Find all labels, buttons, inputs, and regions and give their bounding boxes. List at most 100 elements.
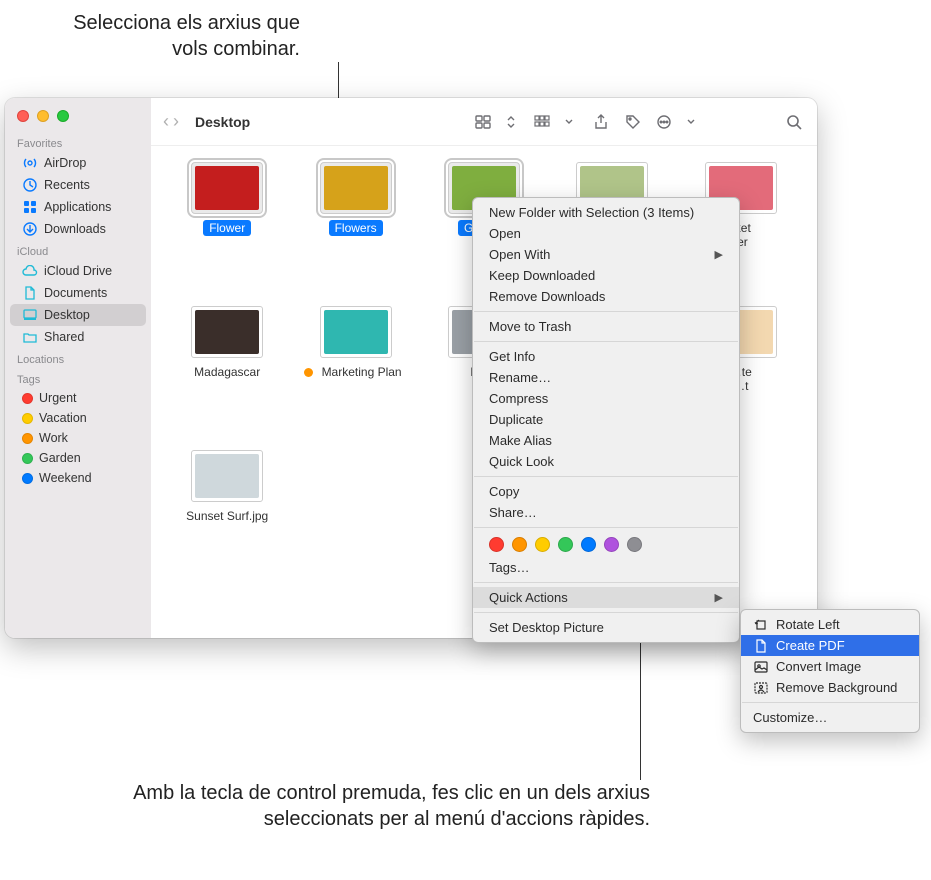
- tag-dot-icon: [22, 433, 33, 444]
- window-controls: [5, 106, 151, 132]
- submenu-customize[interactable]: Customize…: [741, 707, 919, 728]
- sidebar-item-desktop[interactable]: Desktop: [10, 304, 146, 326]
- search-button[interactable]: [783, 111, 805, 133]
- context-menu-item[interactable]: Move to Trash: [473, 316, 739, 337]
- menu-separator: [474, 527, 738, 528]
- minimize-window-button[interactable]: [37, 110, 49, 122]
- file-label: Flowers: [329, 220, 383, 236]
- callout-line: [640, 640, 641, 780]
- sidebar-item-label: Recents: [44, 178, 90, 192]
- sidebar-heading: Tags: [5, 368, 151, 388]
- fullscreen-window-button[interactable]: [57, 110, 69, 122]
- context-menu-item[interactable]: Set Desktop Picture: [473, 617, 739, 638]
- sidebar-item-documents[interactable]: Documents: [10, 282, 146, 304]
- tag-color-swatch[interactable]: [558, 537, 573, 552]
- sidebar-item-label: Desktop: [44, 308, 90, 322]
- sidebar-item-recents[interactable]: Recents: [10, 174, 146, 196]
- tag-button[interactable]: [622, 111, 644, 133]
- context-menu-item[interactable]: Open With▶: [473, 244, 739, 265]
- close-window-button[interactable]: [17, 110, 29, 122]
- sidebar-heading: iCloud: [5, 240, 151, 260]
- context-menu-item-label: Tags…: [489, 560, 529, 575]
- context-menu-item[interactable]: Rename…: [473, 367, 739, 388]
- context-menu-item[interactable]: New Folder with Selection (3 Items): [473, 202, 739, 223]
- sidebar-item-shared[interactable]: Shared: [10, 326, 146, 348]
- sidebar-item-label: Downloads: [44, 222, 106, 236]
- file-item[interactable]: Flower: [169, 162, 285, 302]
- sidebar-item-label: iCloud Drive: [44, 264, 112, 278]
- tag-color-swatch[interactable]: [512, 537, 527, 552]
- context-menu-item-label: Quick Actions: [489, 590, 568, 605]
- sidebar-item-applications[interactable]: Applications: [10, 196, 146, 218]
- forward-button[interactable]: ›: [173, 111, 179, 132]
- sidebar-item-label: Work: [39, 431, 68, 445]
- tag-color-swatch[interactable]: [581, 537, 596, 552]
- back-button[interactable]: ‹: [163, 111, 169, 132]
- submenu-item[interactable]: Remove Background: [741, 677, 919, 698]
- context-menu-item-label: Set Desktop Picture: [489, 620, 604, 635]
- context-menu-item[interactable]: Share…: [473, 502, 739, 523]
- submenu-item[interactable]: Rotate Left: [741, 614, 919, 635]
- more-chevron-icon[interactable]: [680, 111, 702, 133]
- sidebar-item-label: AirDrop: [44, 156, 86, 170]
- sidebar-item-icloud-drive[interactable]: iCloud Drive: [10, 260, 146, 282]
- sidebar-item-vacation[interactable]: Vacation: [10, 408, 146, 428]
- share-button[interactable]: [590, 111, 612, 133]
- context-menu-item[interactable]: Make Alias: [473, 430, 739, 451]
- submenu-item[interactable]: Convert Image: [741, 656, 919, 677]
- context-menu-item[interactable]: Get Info: [473, 346, 739, 367]
- context-menu-item[interactable]: Duplicate: [473, 409, 739, 430]
- context-menu-item-label: Duplicate: [489, 412, 543, 427]
- rotate-icon: [753, 617, 768, 632]
- file-thumbnail: [320, 162, 392, 214]
- sidebar-item-label: Documents: [44, 286, 107, 300]
- sidebar-item-urgent[interactable]: Urgent: [10, 388, 146, 408]
- context-menu-item[interactable]: Open: [473, 223, 739, 244]
- context-menu-item[interactable]: Quick Actions ▶: [473, 587, 739, 608]
- file-item[interactable]: Madagascar: [169, 306, 285, 446]
- sidebar-item-work[interactable]: Work: [10, 428, 146, 448]
- tag-color-swatch[interactable]: [489, 537, 504, 552]
- group-button[interactable]: [532, 111, 554, 133]
- more-button[interactable]: [654, 111, 676, 133]
- sidebar-item-label: Applications: [44, 200, 111, 214]
- sidebar-item-label: Vacation: [39, 411, 87, 425]
- sidebar-item-garden[interactable]: Garden: [10, 448, 146, 468]
- file-label: Marketing Plan: [316, 364, 408, 380]
- tag-color-swatch[interactable]: [627, 537, 642, 552]
- context-menu-item[interactable]: Compress: [473, 388, 739, 409]
- sidebar-item-weekend[interactable]: Weekend: [10, 468, 146, 488]
- menu-separator: [474, 341, 738, 342]
- file-thumbnail: [191, 306, 263, 358]
- file-thumbnail: [320, 306, 392, 358]
- context-menu-item[interactable]: Copy: [473, 481, 739, 502]
- file-item[interactable]: Sunset Surf.jpg: [169, 450, 285, 590]
- sidebar-item-label: Weekend: [39, 471, 92, 485]
- quick-actions-submenu: Rotate LeftCreate PDFConvert ImageRemove…: [740, 609, 920, 733]
- context-menu-item-label: Make Alias: [489, 433, 552, 448]
- sidebar-item-airdrop[interactable]: AirDrop: [10, 152, 146, 174]
- window-title: Desktop: [195, 114, 250, 130]
- submenu-item[interactable]: Create PDF: [741, 635, 919, 656]
- view-chevron-icon[interactable]: [500, 111, 522, 133]
- sidebar-heading: Locations: [5, 348, 151, 368]
- remove-bg-icon: [753, 680, 768, 695]
- pdf-icon: [753, 638, 768, 653]
- clock-icon: [22, 177, 38, 193]
- download-icon: [22, 221, 38, 237]
- context-menu-item[interactable]: Keep Downloaded: [473, 265, 739, 286]
- chevron-right-icon: ▶: [715, 591, 723, 604]
- group-chevron-icon[interactable]: [558, 111, 580, 133]
- context-menu-item[interactable]: Remove Downloads: [473, 286, 739, 307]
- sidebar-item-downloads[interactable]: Downloads: [10, 218, 146, 240]
- context-menu-item-label: New Folder with Selection (3 Items): [489, 205, 694, 220]
- context-menu-item[interactable]: Quick Look: [473, 451, 739, 472]
- tag-color-swatch[interactable]: [604, 537, 619, 552]
- context-menu-item[interactable]: Tags…: [473, 557, 739, 578]
- context-menu-item-label: Rename…: [489, 370, 551, 385]
- file-item[interactable]: Marketing Plan: [297, 306, 413, 446]
- view-mode-button[interactable]: [474, 111, 496, 133]
- tag-color-swatch[interactable]: [535, 537, 550, 552]
- image-icon: [753, 659, 768, 674]
- file-item[interactable]: Flowers: [297, 162, 413, 302]
